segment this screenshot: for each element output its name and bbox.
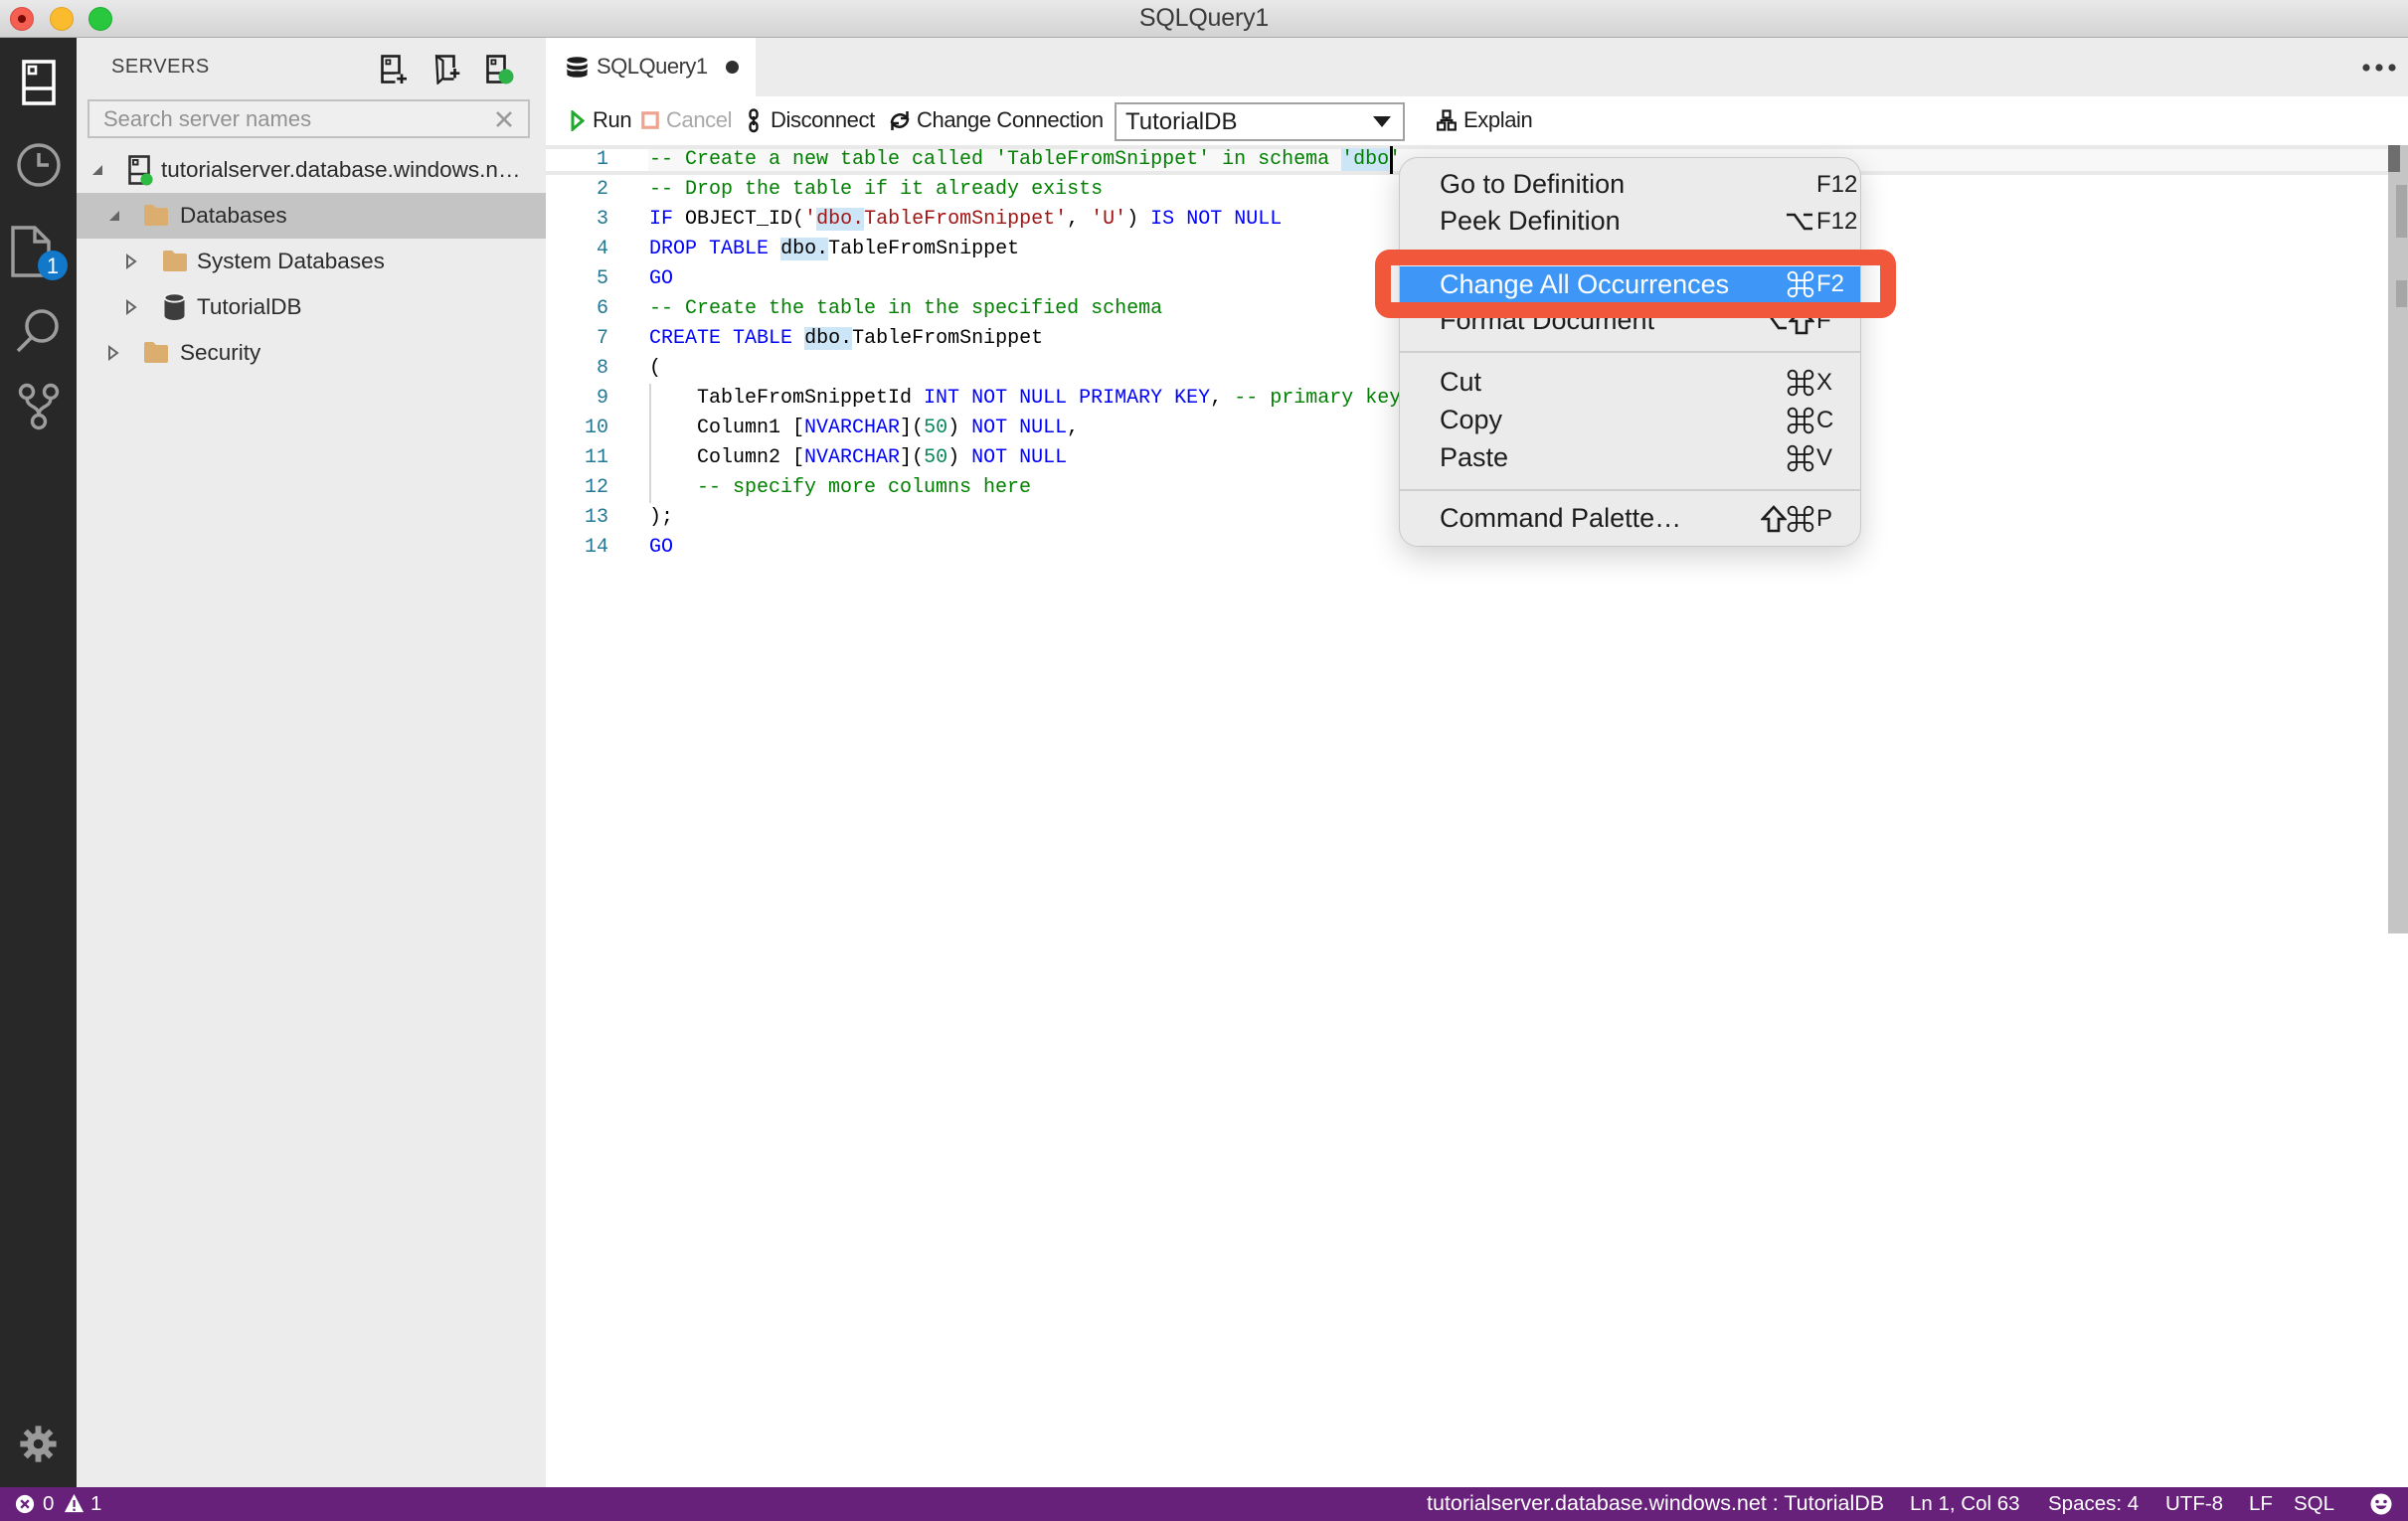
svg-text:1: 1 [46,254,58,278]
